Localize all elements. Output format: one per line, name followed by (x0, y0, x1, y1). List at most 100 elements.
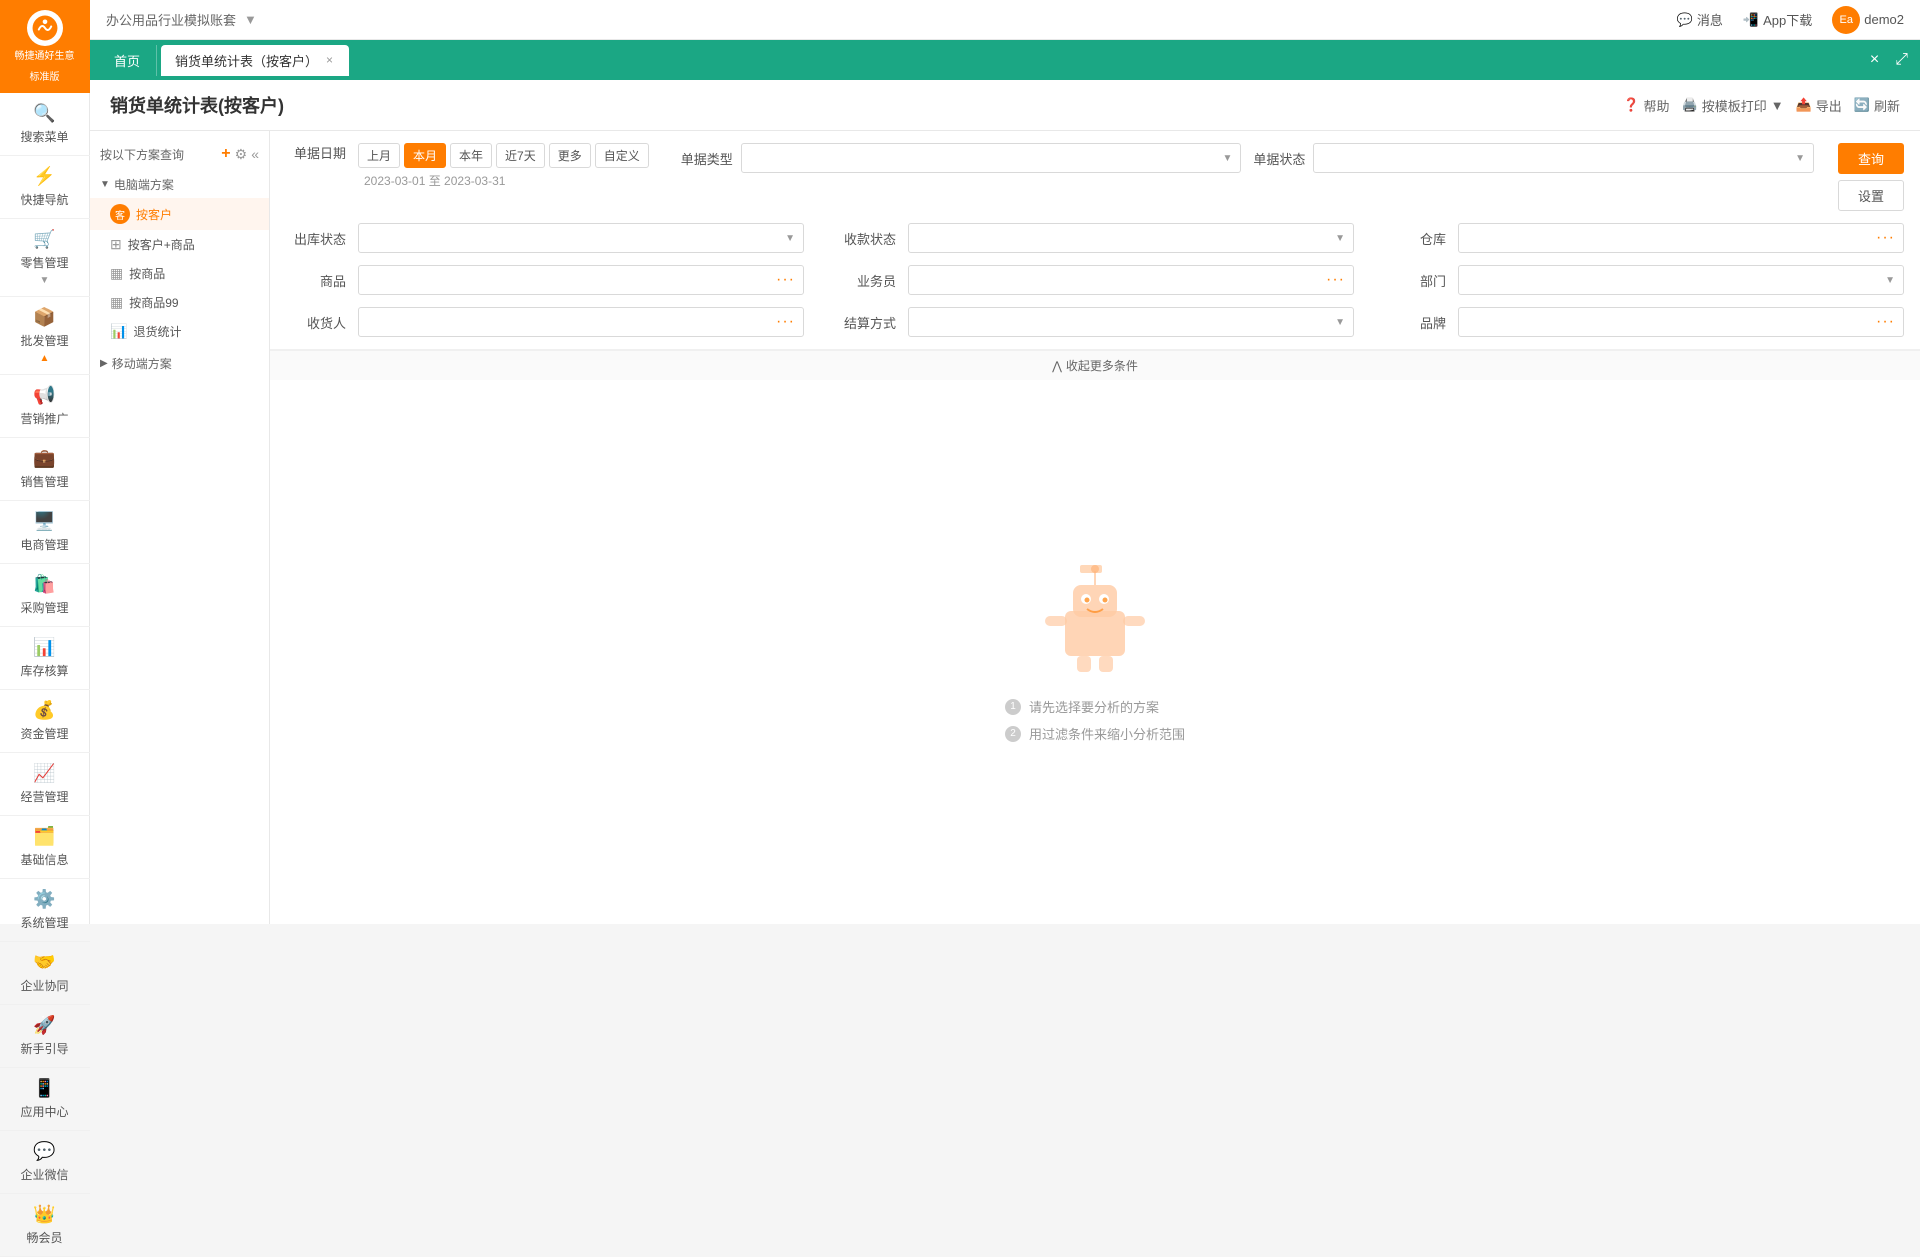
date-btn-this-month[interactable]: 本月 (404, 143, 446, 168)
query-button[interactable]: 查询 (1838, 143, 1904, 174)
collapse-up-icon: ⋀ (1052, 359, 1062, 373)
sidebar-item-member[interactable]: 👑 畅会员 (0, 1194, 90, 1257)
print-action[interactable]: 🖨️ 按模板打印 ▼ (1682, 96, 1784, 115)
sidebar-item-system-label: 系统管理 (20, 914, 68, 931)
top-bar: 办公用品行业模拟账套 ▼ 💬 消息 📲 App下载 Ea demo2 (90, 0, 1920, 40)
filter-row-4: 收货人 ··· 结算方式 ▼ 品牌 ··· (286, 307, 1904, 337)
date-btn-more[interactable]: 更多 (549, 143, 591, 168)
date-btn-7days[interactable]: 近7天 (496, 143, 545, 168)
sidebar-item-wechat[interactable]: 💬 企业微信 (0, 1131, 90, 1194)
tab-close-icon[interactable]: × (324, 53, 335, 67)
out-status-select[interactable]: ▼ (358, 223, 804, 253)
tree-item-product99[interactable]: ▦ 按商品99 (90, 288, 269, 317)
date-range: 2023-03-01 至 2023-03-31 (364, 172, 649, 189)
product-icon: ▦ (110, 265, 123, 282)
sidebar-item-sales-label: 销售管理 (20, 473, 68, 490)
collapse-bar[interactable]: ⋀ 收起更多条件 (270, 350, 1920, 380)
warehouse-input[interactable]: ··· (1458, 223, 1904, 253)
department-chevron: ▼ (1885, 275, 1895, 286)
tree-group-desktop: ▼ 电脑端方案 客 按客户 ⊞ 按客户+商品 ▦ 按商品 (90, 169, 269, 348)
tree-item-customer-product[interactable]: ⊞ 按客户+商品 (90, 230, 269, 259)
order-type-select[interactable]: ▼ (741, 143, 1242, 173)
settings-button[interactable]: 设置 (1838, 180, 1904, 211)
sidebar-item-search-label: 搜索菜单 (20, 128, 68, 145)
user-avatar: Ea (1832, 6, 1860, 34)
export-action[interactable]: 📤 导出 (1796, 96, 1842, 115)
sidebar-item-guide-label: 新手引导 (20, 1040, 68, 1057)
page-title: 销货单统计表(按客户) (110, 92, 284, 130)
sidebar-item-search[interactable]: 🔍 搜索菜单 (0, 93, 90, 156)
tab-home[interactable]: 首页 (98, 45, 157, 76)
date-btn-custom[interactable]: 自定义 (595, 143, 649, 168)
user-item[interactable]: Ea demo2 (1832, 6, 1904, 34)
tree-item-customer[interactable]: 客 按客户 (90, 198, 269, 230)
page-content: 销货单统计表(按客户) ❓ 帮助 🖨️ 按模板打印 ▼ 📤 导出 🔄 刷新 (90, 80, 1920, 924)
empty-step1: 1 请先选择要分析的方案 (1005, 697, 1185, 716)
dropdown-arrow[interactable]: ▼ (244, 12, 257, 27)
add-scheme-icon[interactable]: + (221, 145, 230, 163)
sidebar-item-guide[interactable]: 🚀 新手引导 (0, 1005, 90, 1068)
brand-input[interactable]: ··· (1458, 307, 1904, 337)
payment-status-select[interactable]: ▼ (908, 223, 1354, 253)
order-status-select[interactable]: ▼ (1313, 143, 1814, 173)
sidebar-item-basic[interactable]: 🗂️ 基础信息 (0, 816, 90, 879)
sidebar-item-ecommerce[interactable]: 🖥️ 电商管理 (0, 501, 90, 564)
collapse-label: 收起更多条件 (1066, 357, 1138, 374)
sidebar-item-marketing-label: 营销推广 (20, 410, 68, 427)
receiver-input[interactable]: ··· (358, 307, 804, 337)
receiver-label: 收货人 (286, 313, 346, 332)
tree-item-return-label: 退货统计 (133, 323, 181, 340)
sidebar-item-ecommerce-label: 电商管理 (20, 536, 68, 553)
step2-num: 2 (1005, 726, 1021, 742)
sidebar-item-retail[interactable]: 🛒 零售管理 ▼ (0, 219, 90, 297)
order-status-chevron: ▼ (1795, 153, 1805, 164)
tree-item-product[interactable]: ▦ 按商品 (90, 259, 269, 288)
app-download-item[interactable]: 📲 App下载 (1743, 10, 1812, 29)
collapse-panel-icon[interactable]: « (251, 146, 259, 162)
retail-icon: 🛒 (33, 229, 55, 250)
tab-bar-actions: × ⤢ (1866, 47, 1912, 73)
date-btn-last-month[interactable]: 上月 (358, 143, 400, 168)
sidebar-item-operations[interactable]: 📈 经营管理 (0, 753, 90, 816)
left-panel-title: 按以下方案查询 (100, 146, 184, 163)
tree-item-return[interactable]: 📊 退货统计 (90, 317, 269, 346)
window-maximize-icon[interactable]: ⤢ (1891, 47, 1912, 73)
export-label: 导出 (1816, 96, 1842, 115)
sidebar-item-member-label: 畅会员 (26, 1229, 62, 1246)
return-icon: 📊 (110, 323, 127, 340)
tree-group-mobile-header[interactable]: ▶ 移动端方案 (90, 350, 269, 377)
order-type-chevron: ▼ (1222, 153, 1232, 164)
sidebar-item-purchase[interactable]: 🛍️ 采购管理 (0, 564, 90, 627)
sidebar-item-nav[interactable]: ⚡ 快捷导航 (0, 156, 90, 219)
sidebar: 畅捷通好生意 标准版 🔍 搜索菜单 ⚡ 快捷导航 🛒 零售管理 ▼ 📦 批发管理… (0, 0, 90, 924)
help-icon: ❓ (1623, 97, 1639, 113)
window-close-icon[interactable]: × (1866, 47, 1883, 73)
payment-method-select[interactable]: ▼ (908, 307, 1354, 337)
print-arrow: ▼ (1771, 98, 1784, 113)
sidebar-item-appcenter[interactable]: 📱 应用中心 (0, 1068, 90, 1131)
help-action[interactable]: ❓ 帮助 (1623, 96, 1669, 115)
sidebar-item-wholesale[interactable]: 📦 批发管理 ▲ (0, 297, 90, 375)
salesperson-input[interactable]: ··· (908, 265, 1354, 295)
sidebar-item-inventory[interactable]: 📊 库存核算 (0, 627, 90, 690)
order-status-label: 单据状态 (1253, 149, 1305, 168)
print-label: 按模板打印 (1702, 96, 1767, 115)
sidebar-item-enterprise[interactable]: 🤝 企业协同 (0, 942, 90, 1005)
sidebar-item-system[interactable]: ⚙️ 系统管理 (0, 879, 90, 942)
filter-area: 单据日期 上月 本月 本年 近7天 更多 自定义 2023-03-01 至 20… (270, 131, 1920, 350)
refresh-action[interactable]: 🔄 刷新 (1854, 96, 1900, 115)
department-label: 部门 (1386, 271, 1446, 290)
department-select[interactable]: ▼ (1458, 265, 1904, 295)
tab-active[interactable]: 销货单统计表（按客户） × (161, 45, 349, 76)
header-actions: + ⚙ « (221, 145, 259, 163)
scheme-settings-icon[interactable]: ⚙ (235, 146, 248, 163)
tree-group-desktop-header[interactable]: ▼ 电脑端方案 (90, 171, 269, 198)
sidebar-item-sales[interactable]: 💼 销售管理 (0, 438, 90, 501)
receiver-dots: ··· (776, 313, 795, 331)
sidebar-item-marketing[interactable]: 📢 营销推广 (0, 375, 90, 438)
message-item[interactable]: 💬 消息 (1677, 10, 1723, 29)
date-btn-this-year[interactable]: 本年 (450, 143, 492, 168)
product-input[interactable]: ··· (358, 265, 804, 295)
product-dots: ··· (776, 271, 795, 289)
sidebar-item-finance[interactable]: 💰 资金管理 (0, 690, 90, 753)
